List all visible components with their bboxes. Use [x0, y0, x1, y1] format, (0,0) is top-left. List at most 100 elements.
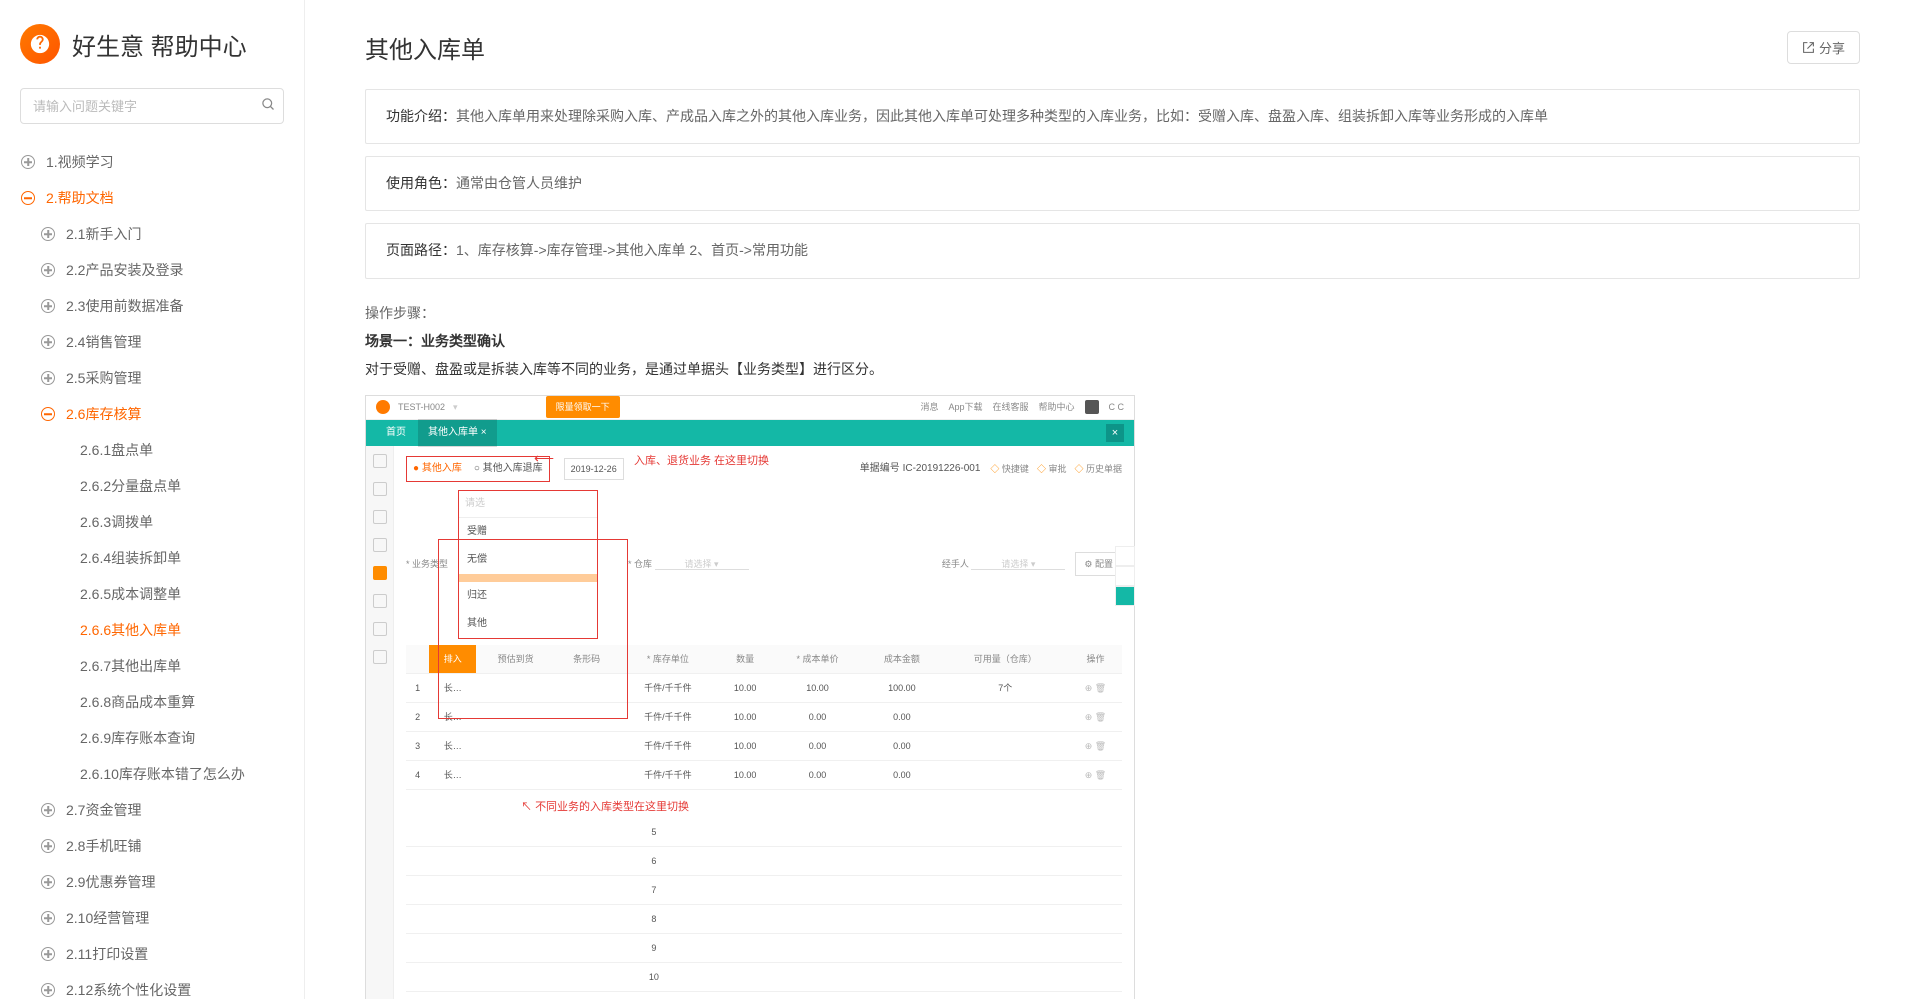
nav-label: 2.4销售管理 — [66, 332, 141, 352]
table-row: 9 — [406, 933, 1122, 962]
nav-label: 2.1新手入门 — [66, 224, 141, 244]
nav-label: 2.6.4组装拆卸单 — [80, 548, 181, 568]
th: 可用量（仓库） — [941, 645, 1069, 674]
th: * 成本单价 — [773, 645, 863, 674]
ss-tab-doc: 其他入库单 × — [418, 419, 497, 447]
ss-banner: 限量领取一下 — [546, 396, 620, 418]
ss-dropdown: 请选 受赠 无偿 归还 其他 — [458, 490, 598, 639]
nav-label: 2.9优惠券管理 — [66, 872, 155, 892]
ss-side-icon — [373, 454, 387, 468]
role-text: 通常由仓管人员维护 — [456, 175, 582, 191]
ss-side-icon — [373, 566, 387, 580]
plus-icon — [40, 802, 56, 818]
nav-label: 2.7资金管理 — [66, 800, 141, 820]
nav-2-7[interactable]: 2.7资金管理 — [20, 792, 284, 828]
nav-label: 2.6库存核算 — [66, 404, 141, 424]
nav-2-12[interactable]: 2.12系统个性化设置 — [20, 972, 284, 999]
ss-date: 2019-12-26 — [564, 458, 624, 480]
ss-docno: IC-20191226-001 — [903, 463, 981, 474]
ss-side-icon — [373, 538, 387, 552]
ss-radio1: 其他入库 — [422, 463, 462, 474]
nav-label: 2.12系统个性化设置 — [66, 980, 191, 999]
table-row: 3长…千件/千千件10.000.000.00⊕ 🗑 — [406, 731, 1122, 760]
table-row: 1长…千件/千千件10.0010.00100.007个⊕ 🗑 — [406, 673, 1122, 702]
ss-dd-item: 其他 — [459, 610, 597, 638]
nav-2-6-2[interactable]: 2.6.2分量盘点单 — [20, 468, 284, 504]
nav-label: 2.5采购管理 — [66, 368, 141, 388]
nav-2-6-4[interactable]: 2.6.4组装拆卸单 — [20, 540, 284, 576]
ss-annotation1: 入库、退货业务 在这里切换 — [634, 450, 769, 472]
nav-label: 1.视频学习 — [46, 152, 114, 172]
nav-video-learning[interactable]: 1.视频学习 — [20, 144, 284, 180]
nav-2-6-8[interactable]: 2.6.8商品成本重算 — [20, 684, 284, 720]
ss-avatar-icon — [1085, 400, 1099, 414]
ss-close-icon: × — [1106, 424, 1124, 442]
ss-dd-item: 受赠 — [459, 518, 597, 546]
nav-2-10[interactable]: 2.10经营管理 — [20, 900, 284, 936]
nav-2-6-7[interactable]: 2.6.7其他出库单 — [20, 648, 284, 684]
role-label: 使用角色： — [386, 175, 456, 191]
nav-2-6-6[interactable]: 2.6.6其他入库单 — [20, 612, 284, 648]
main-content: 其他入库单 分享 功能介绍：其他入库单用来处理除采购入库、产成品入库之外的其他入… — [305, 0, 1920, 999]
ss-type-switch: ● 其他入库 ○ 其他入库退库 — [406, 456, 550, 482]
nav-label: 2.6.3调拨单 — [80, 512, 153, 532]
nav-2-6-1[interactable]: 2.6.1盘点单 — [20, 432, 284, 468]
nav-2-8[interactable]: 2.8手机旺铺 — [20, 828, 284, 864]
plus-icon — [40, 262, 56, 278]
nav-label: 2.帮助文档 — [46, 188, 114, 208]
ss-dd-item: 无偿 — [459, 546, 597, 574]
plus-icon — [40, 334, 56, 350]
th: 预估到货 — [476, 645, 555, 674]
nav-2-6-10[interactable]: 2.6.10库存账本错了怎么办 — [20, 756, 284, 792]
ss-tool: 审批 — [1037, 460, 1067, 478]
ss-sidebar — [366, 446, 394, 999]
plus-icon — [40, 226, 56, 242]
ss-ri-icon — [1115, 566, 1135, 586]
plus-icon — [40, 874, 56, 890]
arrow-icon: ⟵ — [534, 444, 554, 472]
nav-2-6-9[interactable]: 2.6.9库存账本查询 — [20, 720, 284, 756]
nav-2-3[interactable]: 2.3使用前数据准备 — [20, 288, 284, 324]
ss-dd-item — [459, 574, 597, 582]
plus-icon — [40, 370, 56, 386]
nav-label: 2.3使用前数据准备 — [66, 296, 183, 316]
nav-2-6[interactable]: 2.6库存核算 — [20, 396, 284, 432]
nav-2-6-3[interactable]: 2.6.3调拨单 — [20, 504, 284, 540]
search-box — [20, 88, 284, 124]
nav-label: 2.2产品安装及登录 — [66, 260, 183, 280]
nav-2-11[interactable]: 2.11打印设置 — [20, 936, 284, 972]
ss-table: 排入 预估到货 条形码 * 库存单位 数量 * 成本单价 成本金额 可用量（仓库… — [406, 645, 1122, 790]
search-input[interactable] — [20, 88, 284, 124]
nav-label: 2.11打印设置 — [66, 944, 148, 964]
search-icon[interactable] — [261, 97, 276, 115]
ss-menu: App下载 — [948, 398, 982, 416]
nav-2-5[interactable]: 2.5采购管理 — [20, 360, 284, 396]
th: * 库存单位 — [618, 645, 718, 674]
ss-handler-label: 经手人 — [942, 559, 969, 569]
plus-icon — [40, 298, 56, 314]
nav-label: 2.6.2分量盘点单 — [80, 476, 181, 496]
nav-label: 2.8手机旺铺 — [66, 836, 141, 856]
plus-icon — [40, 982, 56, 998]
table-row: 6 — [406, 846, 1122, 875]
ss-ri-icon — [1115, 586, 1135, 606]
ss-tool: 快捷键 — [990, 460, 1029, 478]
table-row: 11 — [406, 991, 1122, 999]
intro-label: 功能介绍： — [386, 108, 456, 124]
nav-2-6-5[interactable]: 2.6.5成本调整单 — [20, 576, 284, 612]
table-row: 5 — [406, 818, 1122, 847]
path-text: 1、库存核算->库存管理->其他入库单 2、首页->常用功能 — [456, 242, 808, 258]
intro-box: 功能介绍：其他入库单用来处理除采购入库、产成品入库之外的其他入库业务，因此其他入… — [365, 89, 1860, 144]
nav-2-2[interactable]: 2.2产品安装及登录 — [20, 252, 284, 288]
content-body: 操作步骤： 场景一：业务类型确认 对于受赠、盘盈或是拆装入库等不同的业务，是通过… — [365, 299, 1860, 999]
nav-help-docs[interactable]: 2.帮助文档 — [20, 180, 284, 216]
nav-2-9[interactable]: 2.9优惠券管理 — [20, 864, 284, 900]
ss-side-icon — [373, 510, 387, 524]
nav-2-1[interactable]: 2.1新手入门 — [20, 216, 284, 252]
share-button[interactable]: 分享 — [1787, 31, 1860, 64]
th: 数量 — [718, 645, 773, 674]
plus-icon — [40, 946, 56, 962]
plus-icon — [40, 910, 56, 926]
nav-2-4[interactable]: 2.4销售管理 — [20, 324, 284, 360]
ss-test-label: TEST-H002 — [398, 398, 445, 416]
